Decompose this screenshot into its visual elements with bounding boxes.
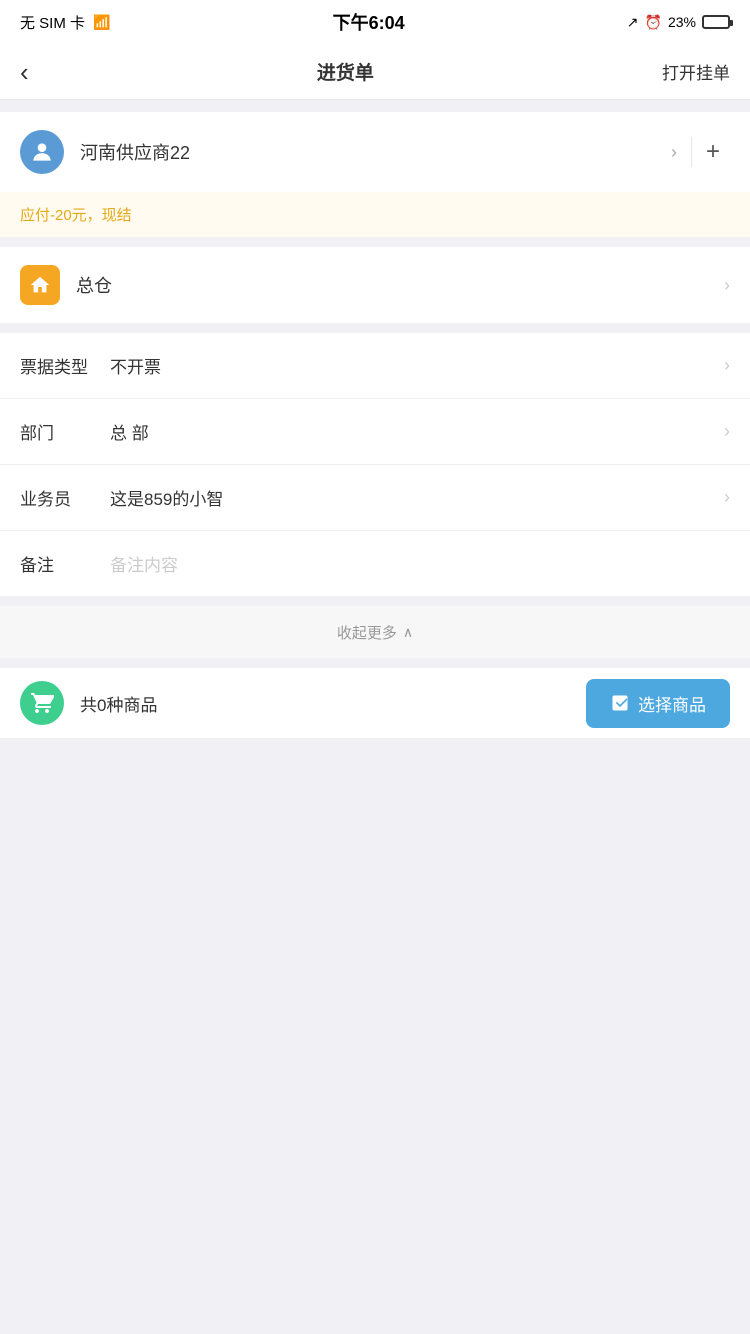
invoice-type-row[interactable]: 票据类型 不开票 › xyxy=(0,333,750,399)
add-supplier-button[interactable]: + xyxy=(696,138,730,166)
warehouse-icon-wrap xyxy=(20,265,60,305)
remark-label: 备注 xyxy=(20,551,110,576)
notice-banner: 应付-20元，现结 xyxy=(0,192,750,237)
department-chevron: › xyxy=(724,421,730,442)
supplier-name: 河南供应商22 xyxy=(80,139,661,165)
invoice-type-chevron: › xyxy=(724,355,730,376)
supplier-chevron: › xyxy=(661,142,687,163)
location-icon: ↗ xyxy=(627,14,639,31)
department-label: 部门 xyxy=(20,419,110,444)
product-count: 共0种商品 xyxy=(80,691,586,716)
home-icon xyxy=(29,274,51,296)
warehouse-row[interactable]: 总仓 › xyxy=(0,247,750,323)
supplier-row[interactable]: 河南供应商22 › + xyxy=(0,112,750,192)
invoice-type-label: 票据类型 xyxy=(20,353,110,378)
open-pending-button[interactable]: 打开挂单 xyxy=(662,59,730,84)
status-bar: 无 SIM 卡 📶 下午6:04 ↗ ⏰ 23% xyxy=(0,0,750,44)
invoice-type-value: 不开票 xyxy=(110,353,716,378)
form-section: 票据类型 不开票 › 部门 总 部 › 业务员 这是859的小智 › 备注 备注… xyxy=(0,333,750,596)
select-product-label: 选择商品 xyxy=(638,691,706,716)
page-title: 进货单 xyxy=(317,58,374,85)
salesperson-chevron: › xyxy=(724,487,730,508)
product-icon-wrap xyxy=(20,681,64,725)
vertical-divider xyxy=(691,137,692,167)
section-gap-1 xyxy=(0,100,750,112)
carrier-label: 无 SIM 卡 xyxy=(20,12,85,33)
status-time: 下午6:04 xyxy=(333,9,405,35)
remark-input[interactable]: 备注内容 xyxy=(110,551,730,576)
status-left: 无 SIM 卡 📶 xyxy=(20,12,110,33)
collapse-label: 收起更多 xyxy=(337,622,397,643)
person-icon xyxy=(29,139,55,165)
collapse-arrow-icon: ∧ xyxy=(403,624,413,641)
cart-icon xyxy=(30,691,54,715)
alarm-icon: ⏰ xyxy=(645,14,662,31)
battery-icon xyxy=(702,15,730,29)
department-value: 总 部 xyxy=(110,419,716,444)
collapse-bar[interactable]: 收起更多 ∧ xyxy=(0,606,750,658)
nav-bar: ‹ 进货单 打开挂单 xyxy=(0,44,750,100)
battery-percent: 23% xyxy=(668,14,696,30)
department-row[interactable]: 部门 总 部 › xyxy=(0,399,750,465)
product-bar: 共0种商品 选择商品 xyxy=(0,668,750,738)
salesperson-value: 这是859的小智 xyxy=(110,485,716,510)
supplier-card: 河南供应商22 › + 应付-20元，现结 xyxy=(0,112,750,237)
select-product-icon xyxy=(610,693,630,713)
wifi-icon: 📶 xyxy=(93,14,110,31)
back-button[interactable]: ‹ xyxy=(20,59,29,85)
warehouse-chevron: › xyxy=(724,275,730,296)
salesperson-label: 业务员 xyxy=(20,485,110,510)
warehouse-name: 总仓 xyxy=(76,272,724,298)
status-right: ↗ ⏰ 23% xyxy=(627,14,730,31)
supplier-avatar xyxy=(20,130,64,174)
remark-row[interactable]: 备注 备注内容 xyxy=(0,531,750,596)
warehouse-card: 总仓 › xyxy=(0,247,750,323)
notice-text: 应付-20元，现结 xyxy=(20,207,132,224)
select-product-button[interactable]: 选择商品 xyxy=(586,679,730,728)
salesperson-row[interactable]: 业务员 这是859的小智 › xyxy=(0,465,750,531)
